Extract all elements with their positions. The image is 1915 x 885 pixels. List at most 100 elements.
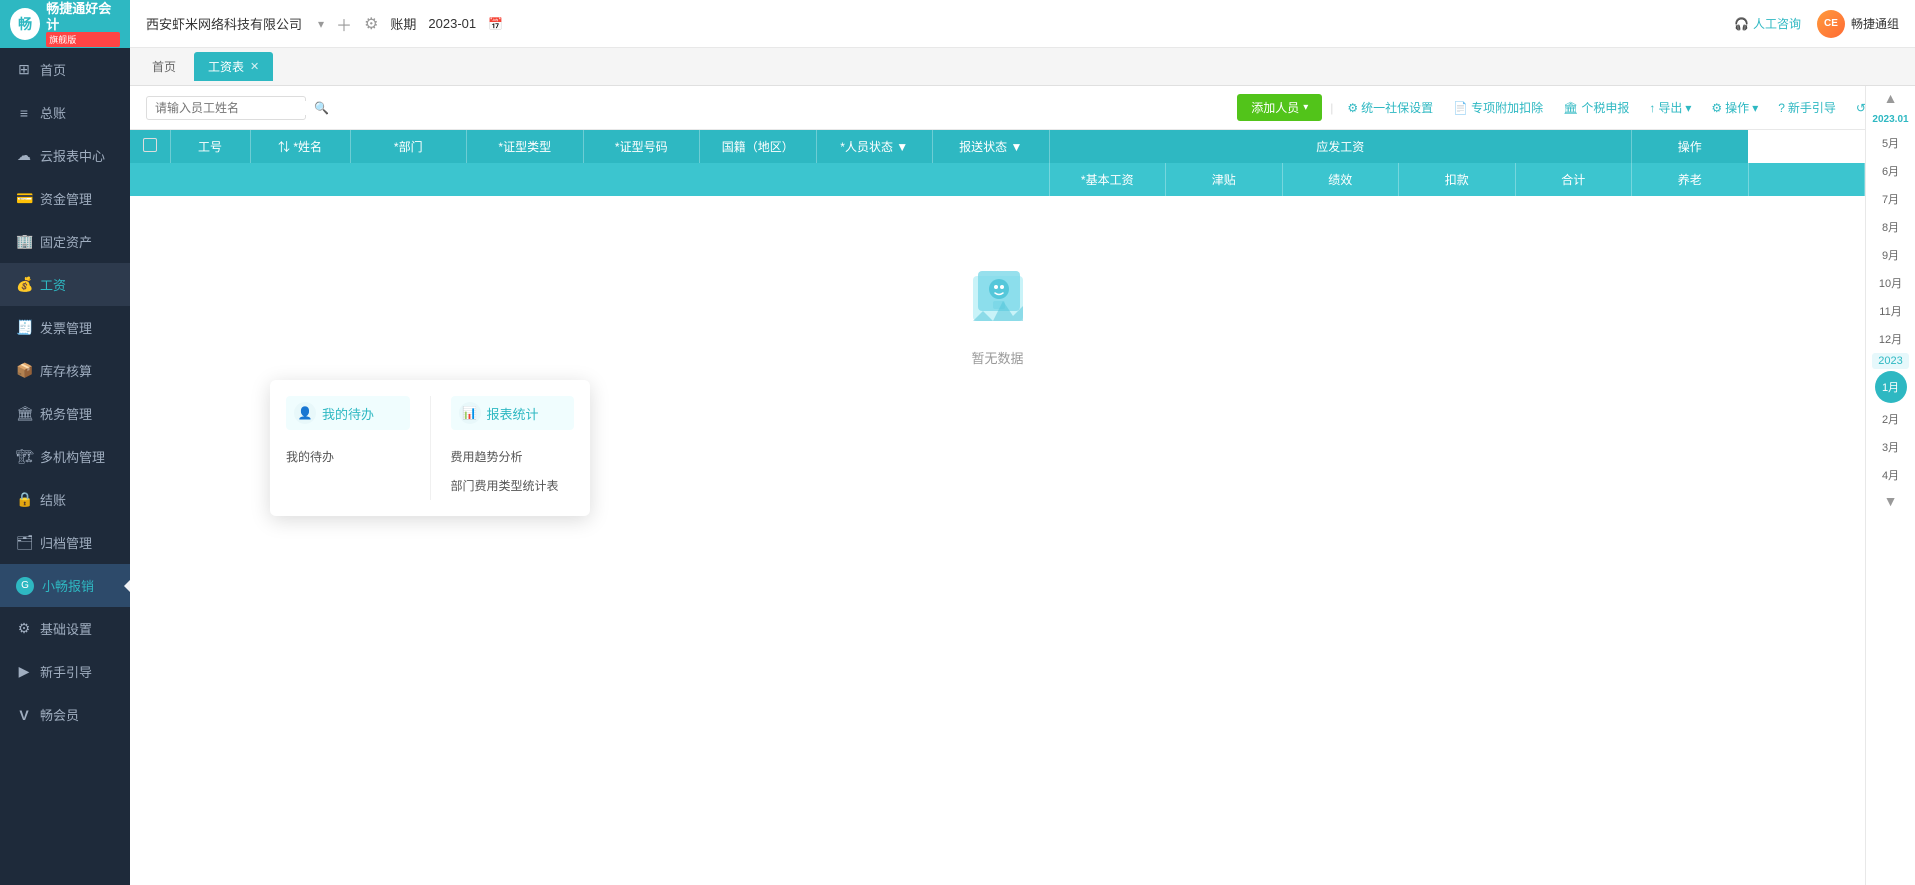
th-total: 合计 <box>1515 163 1632 196</box>
sidebar-nav: ⊞ 首页 ≡ 总账 ☁ 云报表中心 💳 资金管理 🏢 固定资产 💰 工资 🧾 发… <box>0 48 130 885</box>
sidebar-item-fixed-label: 固定资产 <box>40 232 92 251</box>
sidebar-item-closing[interactable]: 🔒 结账 <box>0 478 130 521</box>
social-security-icon: ⚙ <box>1347 101 1358 115</box>
salary-table: 工号 ⇅ *姓名 *部门 *证型类型 *证型号码 国籍（地区） *人员状态 ▼ … <box>130 130 1865 196</box>
operation-action[interactable]: ⚙ 操作 ▾ <box>1705 99 1764 116</box>
toolbar: 🔍 添加人员 ▾ | ⚙ 统一社保设置 📄 专项附加扣除 🏛 个 <box>130 86 1915 130</box>
new-guide-icon: ? <box>1778 101 1785 115</box>
sidebar-item-cloud-report[interactable]: ☁ 云报表中心 <box>0 134 130 177</box>
sidebar-item-archive[interactable]: 🗂 归档管理 <box>0 521 130 564</box>
user-menu[interactable]: CE 畅捷通组 <box>1817 10 1899 38</box>
tab-home[interactable]: 首页 <box>138 52 190 81</box>
select-all-checkbox[interactable] <box>143 138 157 152</box>
personal-tax-icon: 🏛 <box>1563 101 1578 115</box>
main-area: 西安虾米网络科技有限公司 ▾ ＋ ⚙ 账期 2023-01 📅 🎧 人工咨询 C… <box>130 0 1915 885</box>
month-item-5[interactable]: 5月 <box>1866 129 1915 157</box>
month-item-7[interactable]: 7月 <box>1866 185 1915 213</box>
dropdown-todo-label: 我的待办 <box>322 404 374 423</box>
table-header-row1: 工号 ⇅ *姓名 *部门 *证型类型 *证型号码 国籍（地区） *人员状态 ▼ … <box>130 130 1865 163</box>
tab-salary-table[interactable]: 工资表 ✕ <box>194 52 273 81</box>
month-item-12[interactable]: 12月 <box>1866 325 1915 353</box>
dropdown-todo-item[interactable]: 我的待办 <box>286 442 410 471</box>
sidebar-item-tax[interactable]: 🏛 税务管理 <box>0 392 130 435</box>
logo-icon: 畅 <box>10 8 40 40</box>
th-salary-group: 应发工资 <box>1049 130 1632 163</box>
sidebar-item-salary[interactable]: 💰 工资 <box>0 263 130 306</box>
sidebar-item-home[interactable]: ⊞ 首页 <box>0 48 130 91</box>
th-id-no: *证型号码 <box>583 130 700 163</box>
search-input[interactable] <box>155 101 310 115</box>
sidebar-item-fund[interactable]: 💳 资金管理 <box>0 177 130 220</box>
sidebar-item-member[interactable]: V 畅会员 <box>0 693 130 736</box>
social-security-action[interactable]: ⚙ 统一社保设置 <box>1341 99 1439 116</box>
fund-icon: 💳 <box>16 190 32 207</box>
month-item-9[interactable]: 9月 <box>1866 241 1915 269</box>
logo-text: 畅捷通好会计 <box>46 1 120 32</box>
month-item-8[interactable]: 8月 <box>1866 213 1915 241</box>
month-item-3[interactable]: 3月 <box>1866 433 1915 461</box>
export-arrow: ▾ <box>1685 101 1691 115</box>
sidebar-item-basic[interactable]: ⚙ 基础设置 <box>0 607 130 650</box>
sidebar-item-inventory[interactable]: 📦 库存核算 <box>0 349 130 392</box>
xiaochang-icon: G <box>16 577 34 595</box>
export-action[interactable]: ↑ 导出 ▾ <box>1643 99 1697 116</box>
report-icon: 📊 <box>459 402 481 424</box>
salary-icon: 💰 <box>16 276 32 293</box>
month-item-4[interactable]: 4月 <box>1866 461 1915 489</box>
personal-tax-action[interactable]: 🏛 个税申报 <box>1557 99 1635 116</box>
dropdown-report-item1[interactable]: 费用趋势分析 <box>451 442 575 471</box>
inventory-icon: 📦 <box>16 362 32 379</box>
ledger-icon: ≡ <box>16 105 32 121</box>
service-button[interactable]: 🎧 人工咨询 <box>1734 15 1801 32</box>
sidebar-item-fixed-assets[interactable]: 🏢 固定资产 <box>0 220 130 263</box>
export-label: 导出 <box>1658 99 1682 116</box>
archive-icon: 🗂 <box>16 534 32 551</box>
sidebar: 畅 畅捷通好会计 旗舰版 ⊞ 首页 ≡ 总账 ☁ 云报表中心 💳 资金管理 🏢 … <box>0 0 130 885</box>
th-pension: 养老 <box>1632 163 1749 196</box>
sidebar-item-ledger-label: 总账 <box>40 103 66 122</box>
month-item-1[interactable]: 1月 <box>1875 371 1907 403</box>
topbar: 西安虾米网络科技有限公司 ▾ ＋ ⚙ 账期 2023-01 📅 🎧 人工咨询 C… <box>130 0 1915 48</box>
special-deduct-label: 专项附加扣除 <box>1471 99 1543 116</box>
month-item-10[interactable]: 10月 <box>1866 269 1915 297</box>
add-person-arrow: ▾ <box>1303 102 1308 113</box>
new-guide-label: 新手引导 <box>1788 99 1836 116</box>
th-op-spacer <box>1748 163 1865 196</box>
month-item-6[interactable]: 6月 <box>1866 157 1915 185</box>
dropdown-todo-item-label: 我的待办 <box>286 450 334 464</box>
sidebar-item-fund-label: 资金管理 <box>40 189 92 208</box>
month-prev-button[interactable]: ▲ <box>1880 86 1902 110</box>
special-deduct-action[interactable]: 📄 专项附加扣除 <box>1447 99 1549 116</box>
social-security-label: 统一社保设置 <box>1361 99 1433 116</box>
tab-close-button[interactable]: ✕ <box>250 60 259 73</box>
month-item-2[interactable]: 2月 <box>1866 405 1915 433</box>
th-allowance: 津贴 <box>1166 163 1283 196</box>
guide-icon: ▶ <box>16 663 32 680</box>
month-next-button[interactable]: ▼ <box>1880 489 1902 513</box>
sidebar-item-invoice[interactable]: 🧾 发票管理 <box>0 306 130 349</box>
month-year-2023: 2023 <box>1872 353 1908 369</box>
settings-button[interactable]: ⚙ <box>364 14 378 34</box>
sidebar-item-guide[interactable]: ▶ 新手引导 <box>0 650 130 693</box>
add-button[interactable]: ＋ <box>336 12 352 36</box>
add-person-button[interactable]: 添加人员 ▾ <box>1237 94 1322 121</box>
new-guide-action[interactable]: ? 新手引导 <box>1772 99 1842 116</box>
operation-icon: ⚙ <box>1711 101 1722 115</box>
calendar-icon[interactable]: 📅 <box>488 17 503 31</box>
dropdown-report-item2[interactable]: 部门费用类型统计表 <box>451 471 575 500</box>
tab-salary-label: 工资表 <box>208 58 244 75</box>
dropdown-col-report: 📊 报表统计 费用趋势分析 部门费用类型统计表 <box>451 396 575 500</box>
search-icon[interactable]: 🔍 <box>314 101 329 115</box>
company-dropdown-arrow[interactable]: ▾ <box>318 17 324 31</box>
tabbar: 首页 工资表 ✕ <box>130 48 1915 86</box>
sidebar-item-invoice-label: 发票管理 <box>40 318 92 337</box>
sidebar-item-multi-org[interactable]: 🏗 多机构管理 <box>0 435 130 478</box>
sidebar-item-ledger[interactable]: ≡ 总账 <box>0 91 130 134</box>
sidebar-item-inventory-label: 库存核算 <box>40 361 92 380</box>
sidebar-item-xiaochang[interactable]: G 小畅报销 <box>0 564 130 607</box>
sidebar-item-multi-label: 多机构管理 <box>40 447 105 466</box>
operation-label: 操作 <box>1725 99 1749 116</box>
month-item-11[interactable]: 11月 <box>1866 297 1915 325</box>
sidebar-item-salary-label: 工资 <box>40 275 66 294</box>
basic-icon: ⚙ <box>16 620 32 637</box>
